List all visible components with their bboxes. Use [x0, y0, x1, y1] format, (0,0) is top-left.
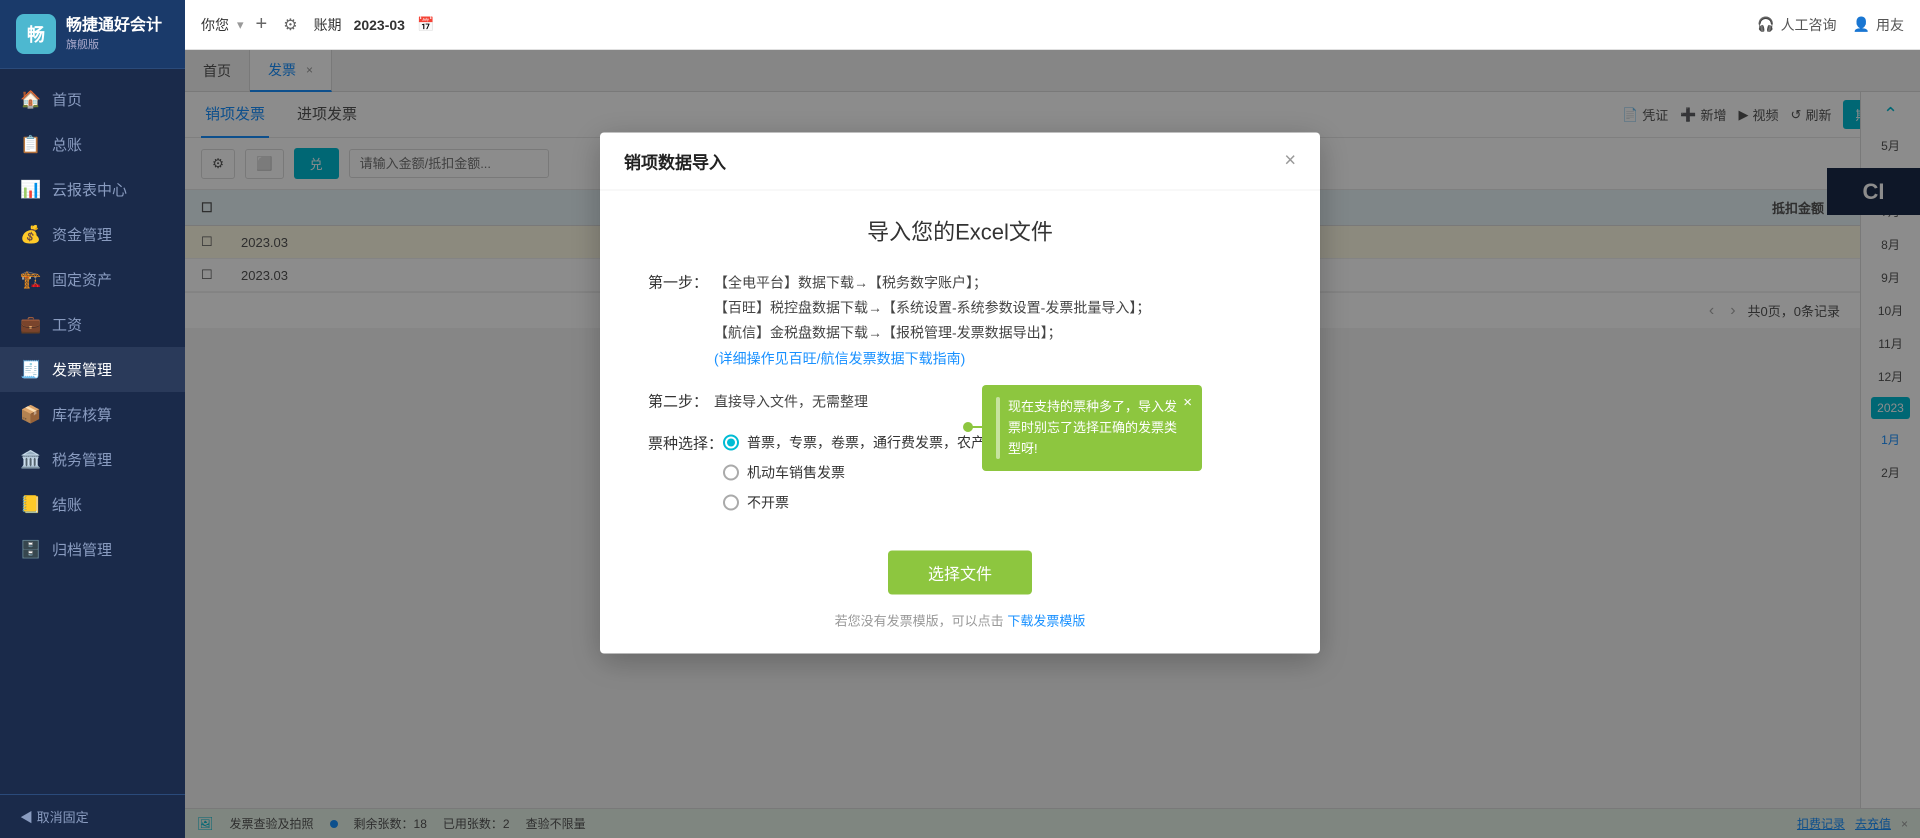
tooltip-popup: 现在支持的票种多了，导入发票时别忘了选择正确的发票类型呀! ×: [982, 385, 1202, 471]
radio-dot-general: [727, 438, 735, 446]
topbar-right: 🎧 人工咨询 👤 用友: [1757, 15, 1904, 35]
calendar-icon[interactable]: 📅: [417, 16, 434, 33]
tax-icon: 🏛️: [20, 450, 40, 470]
download-template-link[interactable]: 下载发票模版: [1007, 613, 1085, 628]
sidebar-item-label: 首页: [52, 89, 82, 110]
chart-icon: 📊: [20, 180, 40, 200]
sidebar-item-label: 发票管理: [52, 359, 112, 380]
sidebar-nav: 🏠 首页 📋 总账 📊 云报表中心 💰 资金管理 🏗️ 固定资产 💼 工资 🧾 …: [0, 69, 185, 794]
tooltip-text: 现在支持的票种多了，导入发票时别忘了选择正确的发票类型呀!: [1008, 397, 1188, 459]
sidebar-item-label: 资金管理: [52, 224, 112, 245]
logo-title: 畅捷通好会计: [66, 16, 162, 35]
sidebar-item-assets[interactable]: 🏗️ 固定资产: [0, 257, 185, 302]
sidebar-item-reports[interactable]: 📊 云报表中心: [0, 167, 185, 212]
step1-label: 第一步：: [648, 271, 708, 292]
sidebar: 畅 畅捷通好会计 旗舰版 🏠 首页 📋 总账 📊 云报表中心 💰 资金管理 🏗️…: [0, 0, 185, 838]
step1-row: 第一步： 【全电平台】数据下载→【税务数字账户】； 【百旺】税控盘数据下载→【系…: [648, 270, 1272, 371]
sidebar-item-label: 税务管理: [52, 449, 112, 470]
note-prefix: 若您没有发票模版，可以点击: [835, 613, 1004, 628]
sidebar-item-home[interactable]: 🏠 首页: [0, 77, 185, 122]
modal-footer: 选择文件 若您没有发票模版，可以点击 下载发票模版: [600, 550, 1320, 653]
logo-badge: 旗舰版: [66, 36, 162, 52]
period-label: 账期: [314, 15, 342, 35]
modal-main-title: 导入您的Excel文件: [648, 214, 1272, 246]
sidebar-item-funds[interactable]: 💰 资金管理: [0, 212, 185, 257]
modal-body: 导入您的Excel文件 第一步： 【全电平台】数据下载→【税务数字账户】； 【百…: [600, 190, 1320, 550]
archive-icon: 🗄️: [20, 540, 40, 560]
radio-circle-none: [723, 494, 739, 510]
add-button[interactable]: +: [256, 13, 268, 36]
sidebar-item-label: 固定资产: [52, 269, 112, 290]
modal-note: 若您没有发票模版，可以点击 下载发票模版: [600, 610, 1320, 629]
sidebar-item-general[interactable]: 📋 总账: [0, 122, 185, 167]
sidebar-item-label: 云报表中心: [52, 179, 127, 200]
select-file-button[interactable]: 选择文件: [888, 550, 1032, 594]
headset-icon: 🎧: [1757, 16, 1774, 33]
consult-label: 人工咨询: [1781, 15, 1837, 35]
tooltip-close-button[interactable]: ×: [1183, 391, 1192, 415]
company-dropdown-arrow[interactable]: ▾: [237, 17, 244, 33]
radio-label-motor: 机动车销售发票: [747, 462, 845, 482]
import-modal: 销项数据导入 × 导入您的Excel文件 第一步： 【全电平台】数据下载→【税务…: [600, 132, 1320, 653]
step1-guide-link[interactable]: (详细操作见百旺/航信发票数据下载指南): [714, 350, 965, 366]
step1-line2: 【百旺】税控盘数据下载→【系统设置-系统参数设置-发票批量导入】；: [714, 300, 1150, 316]
sidebar-item-tax[interactable]: 🏛️ 税务管理: [0, 437, 185, 482]
sidebar-item-inventory[interactable]: 📦 库存核算: [0, 392, 185, 437]
sidebar-item-invoice[interactable]: 🧾 发票管理: [0, 347, 185, 392]
step2-label: 第二步：: [648, 390, 708, 411]
sidebar-item-label: 结账: [52, 494, 82, 515]
sidebar-bottom-label: ◀ 取消固定: [20, 807, 89, 826]
radio-label-none: 不开票: [747, 492, 789, 512]
sidebar-logo: 畅 畅捷通好会计 旗舰版: [0, 0, 185, 69]
invoice-icon: 🧾: [20, 360, 40, 380]
home-icon: 🏠: [20, 90, 40, 110]
sidebar-item-label: 工资: [52, 314, 82, 335]
user-label: 用友: [1876, 15, 1904, 35]
ticket-label: 票种选择：: [648, 432, 723, 453]
modal-title: 销项数据导入: [624, 148, 726, 173]
salary-icon: 💼: [20, 315, 40, 335]
topbar: 你您 ▾ + ⚙ 账期 2023-03 📅 🎧 人工咨询 👤 用友: [185, 0, 1920, 50]
assets-icon: 🏗️: [20, 270, 40, 290]
modal-close-button[interactable]: ×: [1284, 149, 1296, 172]
sidebar-item-salary[interactable]: 💼 工资: [0, 302, 185, 347]
radio-circle-general: [723, 434, 739, 450]
step1-line1: 【全电平台】数据下载→【税务数字账户】；: [714, 274, 987, 290]
user-icon: 👤: [1853, 16, 1870, 33]
sidebar-item-label: 归档管理: [52, 539, 112, 560]
consult-button[interactable]: 🎧 人工咨询: [1757, 15, 1836, 35]
sidebar-item-label: 库存核算: [52, 404, 112, 425]
inventory-icon: 📦: [20, 405, 40, 425]
sidebar-item-label: 总账: [52, 134, 82, 155]
logo-icon: 畅: [16, 14, 56, 54]
logo-text-block: 畅捷通好会计 旗舰版: [66, 16, 162, 51]
tooltip-line: [970, 426, 982, 428]
radio-circle-motor: [723, 464, 739, 480]
ledger-icon: 📋: [20, 135, 40, 155]
radio-option-none[interactable]: 不开票: [723, 492, 1272, 512]
modal-header: 销项数据导入 ×: [600, 132, 1320, 190]
user-button[interactable]: 👤 用友: [1853, 15, 1904, 35]
close-books-icon: 📒: [20, 495, 40, 515]
sidebar-collapse-button[interactable]: ◀ 取消固定: [0, 794, 185, 838]
company-name: 你您: [201, 15, 229, 35]
settings-icon[interactable]: ⚙: [283, 15, 297, 35]
step1-line3: 【航信】金税盘数据下载→【报税管理-发票数据导出】；: [714, 325, 1062, 341]
period-value: 2023-03: [354, 17, 405, 33]
step1-content: 【全电平台】数据下载→【税务数字账户】； 【百旺】税控盘数据下载→【系统设置-系…: [714, 270, 1272, 371]
sidebar-item-close[interactable]: 📒 结账: [0, 482, 185, 527]
sidebar-item-archive[interactable]: 🗄️ 归档管理: [0, 527, 185, 572]
money-icon: 💰: [20, 225, 40, 245]
